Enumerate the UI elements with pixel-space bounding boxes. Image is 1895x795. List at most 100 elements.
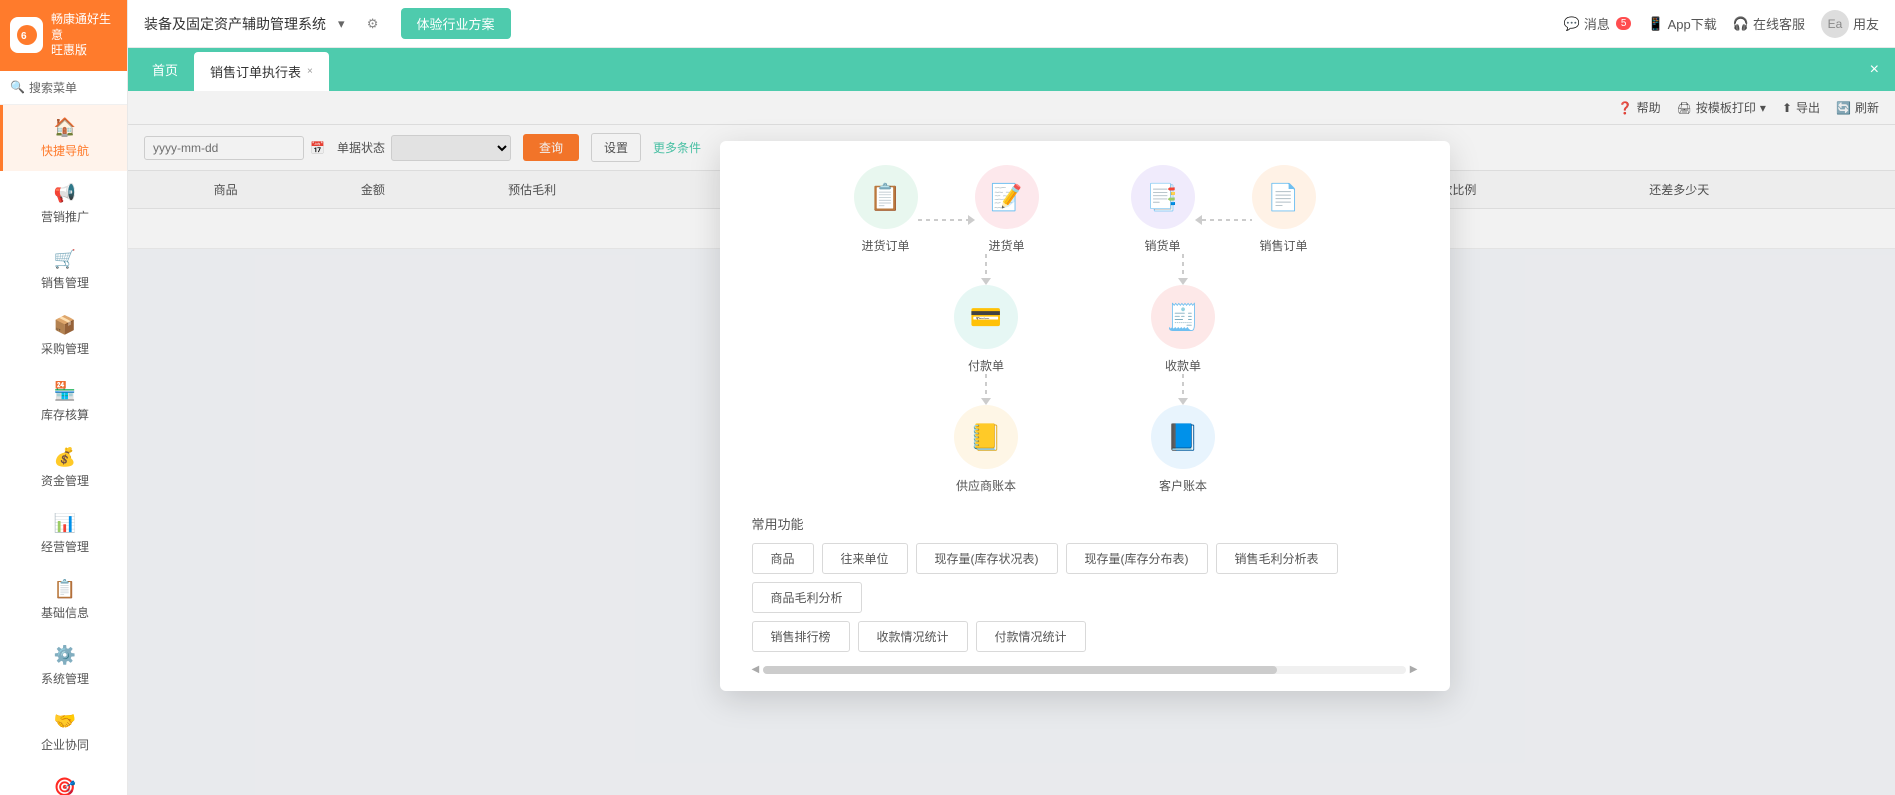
online-service-btn[interactable]: 🎧 在线客服 [1733, 14, 1805, 33]
sidebar-item-system[interactable]: ⚙️ 系统管理 [0, 633, 127, 699]
operations-icon: 📊 [54, 513, 76, 534]
experience-btn[interactable]: 体验行业方案 [401, 8, 511, 39]
tab-bar: 首页 销售订单执行表 × × [128, 48, 1895, 91]
flow-purchase-order[interactable]: 📋 进货订单 [854, 165, 918, 254]
sidebar-navigation: 🏠 快捷导航 📢 营销推广 🛒 销售管理 📦 采购管理 🏪 库存核算 💰 [0, 105, 127, 795]
message-badge: 5 [1616, 17, 1632, 30]
inventory-icon: 🏪 [54, 381, 76, 402]
sidebar-item-sales[interactable]: 🛒 销售管理 [0, 237, 127, 303]
enterprise-icon: 🤝 [54, 711, 76, 732]
logo-text: 畅康通好生意 旺惠版 [51, 12, 117, 59]
sidebar-item-inventory[interactable]: 🏪 库存核算 [0, 369, 127, 435]
sidebar-item-basic-info[interactable]: 📋 基础信息 [0, 567, 127, 633]
arrow-slip-to-receipt [1178, 254, 1188, 285]
common-btn-payment-stats[interactable]: 付款情况统计 [976, 621, 1086, 652]
topbar-right: 💬 消息 5 📱 App下载 🎧 在线客服 Ea 用友 [1564, 10, 1879, 38]
common-btn-product[interactable]: 商品 [752, 543, 814, 574]
customer-ledger-icon: 📘 [1151, 405, 1215, 469]
common-btn-product-profit[interactable]: 商品毛利分析 [752, 582, 862, 613]
arrow-payment-to-supplier [981, 374, 991, 405]
receipt-slip-icon: 🧾 [1151, 285, 1215, 349]
finance-icon: 💰 [54, 447, 76, 468]
close-all-tabs-btn[interactable]: × [1862, 53, 1887, 87]
sales-icon: 🛒 [54, 249, 76, 270]
system-icon: ⚙️ [54, 645, 76, 666]
system-dropdown[interactable]: ▾ [338, 16, 345, 32]
quick-nav-icon: 🏠 [54, 117, 76, 138]
svg-text:6: 6 [21, 31, 27, 42]
sales-slip-label: 销货单 [1144, 237, 1180, 254]
flow-supplier-ledger[interactable]: 📒 供应商账本 [954, 405, 1018, 494]
sidebar-item-finance[interactable]: 💰 资金管理 [0, 435, 127, 501]
sidebar-search[interactable]: 🔍 搜索菜单 [0, 71, 127, 105]
payment-slip-icon: 💳 [954, 285, 1018, 349]
sidebar-item-purchase[interactable]: 📦 采购管理 [0, 303, 127, 369]
common-btn-sales-profit[interactable]: 销售毛利分析表 [1216, 543, 1338, 574]
quick-nav-modal: 📋 进货订单 [720, 141, 1450, 691]
message-icon: 💬 [1564, 16, 1580, 32]
common-functions-section: 常用功能 商品 往来单位 现存量(库存状况表) 现存量(库存分布表) 销售毛利分… [752, 514, 1418, 652]
user-menu[interactable]: Ea 用友 [1821, 10, 1879, 38]
modal-overlay[interactable]: 📋 进货订单 [128, 91, 1895, 795]
scrollbar-track[interactable] [763, 666, 1406, 674]
flow-payment-slip[interactable]: 💳 付款单 [954, 285, 1018, 374]
system-title: 装备及固定资产辅助管理系统 [144, 14, 326, 34]
common-btn-inventory-dist[interactable]: 现存量(库存分布表) [1066, 543, 1208, 574]
dropdown-chevron-icon: ▾ [338, 16, 345, 32]
modal-scrollbar: ◀ ▶ [752, 664, 1418, 675]
arrow-sales-order-to-slip [1195, 215, 1252, 225]
flow-receipt-slip[interactable]: 🧾 收款单 [1151, 285, 1215, 374]
purchase-order-icon: 📋 [854, 165, 918, 229]
sales-order-label: 销售订单 [1259, 237, 1307, 254]
payment-slip-label: 付款单 [968, 357, 1004, 374]
settings-icon[interactable]: ⚙ [357, 8, 389, 40]
supplier-ledger-icon: 📒 [954, 405, 1018, 469]
common-btn-receipt-stats[interactable]: 收款情况统计 [858, 621, 968, 652]
flow-sales-slip[interactable]: 📑 销货单 [1131, 165, 1195, 254]
sidebar-item-enterprise[interactable]: 🤝 企业协同 [0, 699, 127, 765]
flow-sales-order[interactable]: 📄 销售订单 [1252, 165, 1316, 254]
tab-close-icon[interactable]: × [307, 66, 313, 77]
common-btn-partner[interactable]: 往来单位 [822, 543, 908, 574]
guide-icon: 🎯 [54, 777, 76, 795]
topbar: 装备及固定资产辅助管理系统 ▾ ⚙ 体验行业方案 💬 消息 5 📱 App下载 … [128, 0, 1895, 48]
download-icon: 📱 [1647, 16, 1663, 32]
scrollbar-thumb [763, 666, 1277, 674]
receipt-slip-label: 收款单 [1165, 357, 1201, 374]
purchase-slip-label: 进货单 [988, 237, 1024, 254]
arrow-purchase-to-slip [918, 215, 975, 225]
common-btn-inventory-status[interactable]: 现存量(库存状况表) [916, 543, 1058, 574]
search-icon: 🔍 [10, 80, 25, 94]
common-buttons-row-2: 销售排行榜 收款情况统计 付款情况统计 [752, 621, 1418, 652]
sales-slip-icon: 📑 [1131, 165, 1195, 229]
common-functions-title: 常用功能 [752, 514, 1418, 533]
purchase-slip-icon: 📝 [975, 165, 1039, 229]
page-body: ❓ 帮助 🖨 按模板打印 ▾ ⬆ 导出 🔄 刷新 [128, 91, 1895, 795]
sidebar-item-marketing[interactable]: 📢 营销推广 [0, 171, 127, 237]
flow-purchase-slip[interactable]: 📝 进货单 [975, 165, 1039, 254]
scroll-left-icon[interactable]: ◀ [752, 664, 760, 675]
avatar: Ea [1821, 10, 1849, 38]
arrow-slip-to-payment [981, 254, 991, 285]
purchase-order-label: 进货订单 [861, 237, 909, 254]
tab-sales-order[interactable]: 销售订单执行表 × [194, 52, 329, 91]
flow-customer-ledger[interactable]: 📘 客户账本 [1151, 405, 1215, 494]
app-download-btn[interactable]: 📱 App下载 [1647, 14, 1716, 33]
marketing-icon: 📢 [54, 183, 76, 204]
message-btn[interactable]: 💬 消息 5 [1564, 14, 1632, 33]
scroll-right-icon[interactable]: ▶ [1410, 664, 1418, 675]
logo-icon: 6 [10, 17, 43, 53]
service-icon: 🎧 [1733, 16, 1749, 32]
common-btn-sales-rank[interactable]: 销售排行榜 [752, 621, 850, 652]
sidebar-item-quick-nav[interactable]: 🏠 快捷导航 [0, 105, 127, 171]
tab-home[interactable]: 首页 [136, 50, 194, 89]
sidebar-logo: 6 畅康通好生意 旺惠版 [0, 0, 127, 71]
sidebar: 6 畅康通好生意 旺惠版 🔍 搜索菜单 🏠 快捷导航 📢 营销推广 🛒 [0, 0, 128, 795]
sidebar-item-guide[interactable]: 🎯 新手引导 [0, 765, 127, 795]
sales-order-icon: 📄 [1252, 165, 1316, 229]
main-content: 装备及固定资产辅助管理系统 ▾ ⚙ 体验行业方案 💬 消息 5 📱 App下载 … [128, 0, 1895, 795]
purchase-icon: 📦 [54, 315, 76, 336]
basic-info-icon: 📋 [54, 579, 76, 600]
sidebar-item-operations[interactable]: 📊 经营管理 [0, 501, 127, 567]
arrow-receipt-to-customer [1178, 374, 1188, 405]
